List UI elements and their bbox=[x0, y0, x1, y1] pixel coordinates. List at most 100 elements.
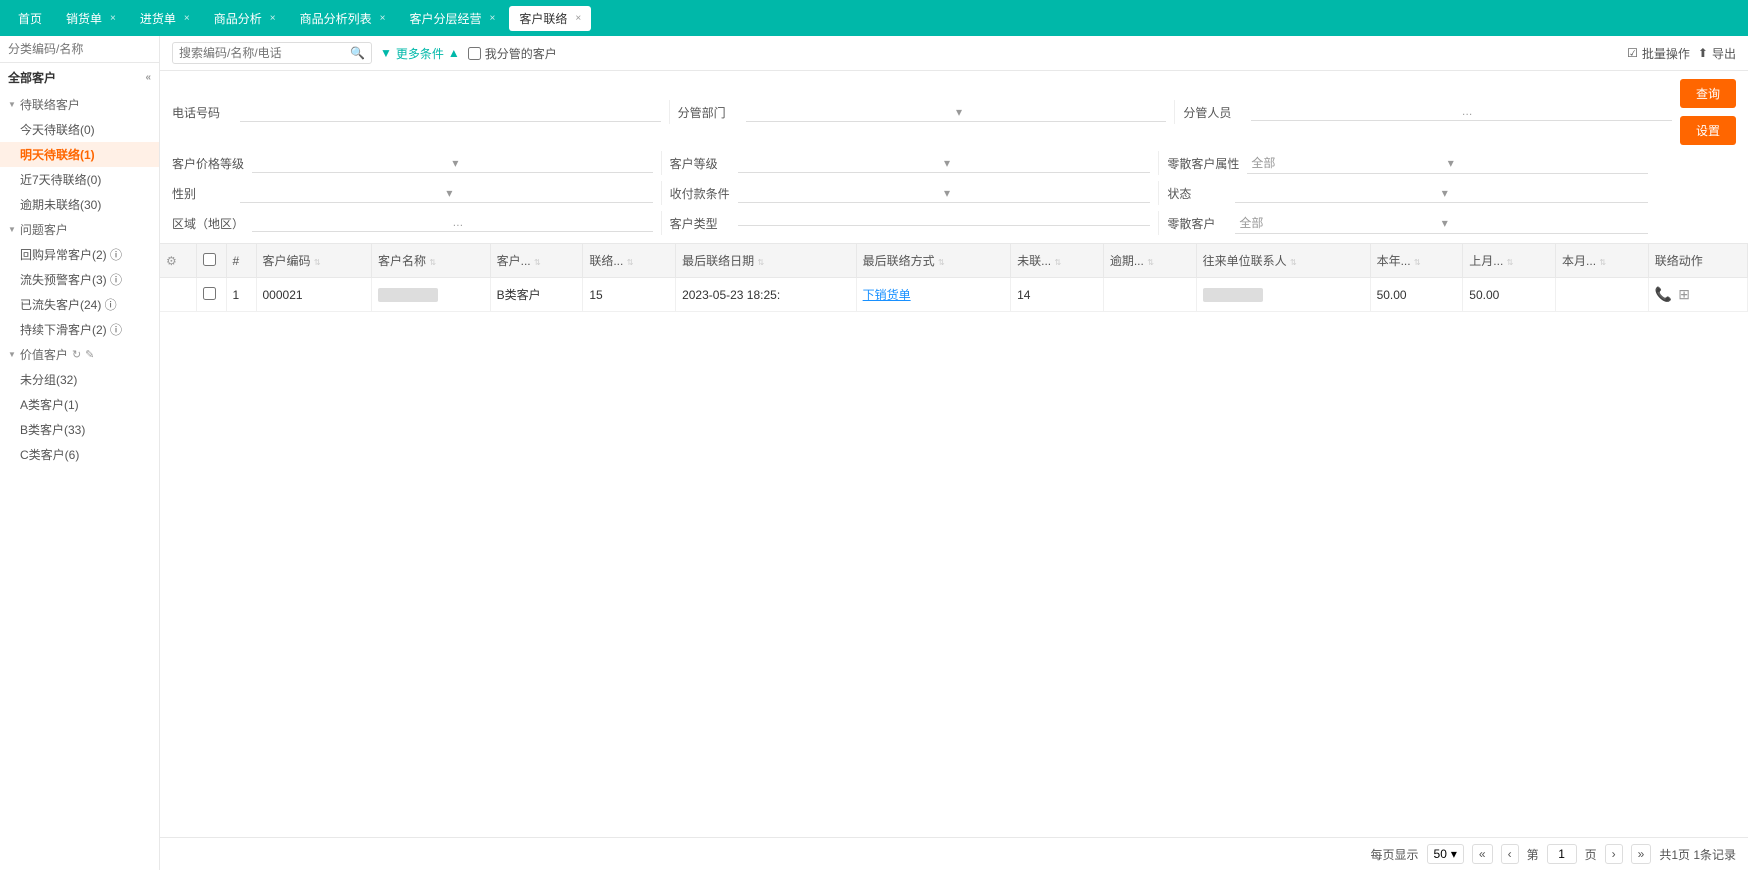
nav-goods-analysis[interactable]: 商品分析 × bbox=[204, 6, 286, 31]
grid-action-icon[interactable]: ⊞ bbox=[1678, 286, 1690, 303]
close-purchase-icon[interactable]: × bbox=[184, 13, 190, 24]
region-field: 区域（地区） … bbox=[172, 215, 653, 232]
sort-last-contact-date-icon[interactable]: ⇅ bbox=[757, 258, 764, 267]
sidebar-item-week[interactable]: 近7天待联络(0) bbox=[0, 167, 159, 192]
last-page-btn[interactable]: » bbox=[1631, 844, 1652, 864]
pending-contact-group[interactable]: 待联络客户 bbox=[0, 92, 159, 117]
sort-last-contact-method-icon[interactable]: ⇅ bbox=[938, 258, 945, 267]
sort-this-month-icon[interactable]: ⇅ bbox=[1599, 258, 1606, 267]
next-page-btn[interactable]: › bbox=[1605, 844, 1623, 864]
sidebar-search-input[interactable] bbox=[8, 42, 160, 56]
nav-sales[interactable]: 销货单 × bbox=[56, 6, 126, 31]
gender-select[interactable]: ▾ bbox=[240, 184, 653, 203]
sort-customer-name-icon[interactable]: ⇅ bbox=[429, 258, 436, 267]
sidebar-item-churned[interactable]: 已流失客户(24) ⓘ bbox=[0, 292, 159, 317]
payment-select[interactable]: ▾ bbox=[738, 184, 1151, 203]
sort-customer-type-icon[interactable]: ⇅ bbox=[534, 258, 541, 267]
select-all-checkbox[interactable] bbox=[203, 253, 216, 266]
sidebar-item-churn-warn[interactable]: 流失预警客户(3) ⓘ bbox=[0, 267, 159, 292]
all-customers-header[interactable]: 全部客户 « bbox=[0, 63, 159, 92]
edit-icon[interactable]: ✎ bbox=[85, 348, 94, 361]
search-icon[interactable]: 🔍 bbox=[350, 46, 365, 60]
sidebar-item-overdue[interactable]: 逾期未联络(30) bbox=[0, 192, 159, 217]
price-level-field: 客户价格等级 ▾ bbox=[172, 154, 653, 173]
customer-type-select[interactable] bbox=[738, 221, 1151, 226]
sort-overdue-icon[interactable]: ⇅ bbox=[1147, 258, 1154, 267]
sidebar-item-repurchase[interactable]: 回购异常客户(2) ⓘ bbox=[0, 242, 159, 267]
collapse-icon[interactable]: « bbox=[145, 72, 151, 83]
row-last-contact-method: 下销货单 bbox=[856, 278, 1010, 312]
filter-row-2: 客户价格等级 ▾ 客户等级 ▾ 零散客户属性 bbox=[172, 151, 1736, 175]
settings-button[interactable]: 设置 bbox=[1680, 116, 1736, 145]
sort-this-year-icon[interactable]: ⇅ bbox=[1414, 258, 1421, 267]
search-input[interactable] bbox=[179, 46, 346, 60]
sort-uncontacted-icon[interactable]: ⇅ bbox=[1054, 258, 1061, 267]
th-checkbox bbox=[196, 244, 226, 278]
my-customers-checkbox[interactable] bbox=[468, 47, 481, 60]
row-checkbox[interactable] bbox=[203, 287, 216, 300]
sidebar-item-class-a[interactable]: A类客户(1) bbox=[0, 392, 159, 417]
th-number: # bbox=[226, 244, 256, 278]
region-dots-icon[interactable]: … bbox=[452, 217, 648, 229]
sort-last-month-icon[interactable]: ⇅ bbox=[1507, 258, 1514, 267]
sidebar-item-today[interactable]: 今天待联络(0) bbox=[0, 117, 159, 142]
refresh-icon[interactable]: ↻ bbox=[72, 348, 81, 361]
status-select[interactable]: ▾ bbox=[1235, 184, 1648, 203]
row-number: 1 bbox=[226, 278, 256, 312]
sidebar-item-class-c[interactable]: C类客户(6) bbox=[0, 442, 159, 467]
sort-unit-contact-icon[interactable]: ⇅ bbox=[1290, 258, 1297, 267]
problem-customer-group[interactable]: 问题客户 bbox=[0, 217, 159, 242]
first-page-btn[interactable]: « bbox=[1472, 844, 1493, 864]
batch-ops-btn[interactable]: ☑ 批量操作 bbox=[1627, 45, 1690, 62]
nav-purchase[interactable]: 进货单 × bbox=[130, 6, 200, 31]
manager-select[interactable]: … bbox=[1251, 104, 1672, 121]
more-conditions-btn[interactable]: ▼ 更多条件 ▲ bbox=[380, 45, 460, 62]
manager-dots-icon[interactable]: … bbox=[1462, 106, 1668, 118]
customer-level-field: 客户等级 ▾ bbox=[670, 154, 1151, 173]
value-customer-group[interactable]: 价值客户 ↻ ✎ bbox=[0, 342, 159, 367]
close-customer-contact-icon[interactable]: × bbox=[575, 13, 581, 24]
sidebar-item-tomorrow[interactable]: 明天待联络(1) bbox=[0, 142, 159, 167]
close-customer-tier-icon[interactable]: × bbox=[489, 13, 495, 24]
page-size-select[interactable]: 50 ▾ bbox=[1427, 844, 1464, 864]
close-goods-list-icon[interactable]: × bbox=[380, 13, 386, 24]
price-level-select[interactable]: ▾ bbox=[252, 154, 653, 173]
row-customer-type: B类客户 bbox=[490, 278, 583, 312]
manager-field: 分管人员 … bbox=[1183, 104, 1672, 121]
payment-field: 收付款条件 ▾ bbox=[670, 184, 1151, 203]
query-button[interactable]: 查询 bbox=[1680, 79, 1736, 108]
close-sales-icon[interactable]: × bbox=[110, 13, 116, 24]
customer-level-select[interactable]: ▾ bbox=[738, 154, 1151, 173]
advanced-filter-panel: 电话号码 分管部门 ▾ 分管人员 … bbox=[160, 71, 1748, 244]
close-goods-analysis-icon[interactable]: × bbox=[270, 13, 276, 24]
phone-action-icon[interactable]: 📞 bbox=[1655, 286, 1672, 303]
region-select[interactable]: … bbox=[252, 215, 653, 232]
th-last-contact-date: 最后联络日期 ⇅ bbox=[676, 244, 857, 278]
nav-home[interactable]: 首页 bbox=[8, 6, 52, 31]
export-btn[interactable]: ⬆ 导出 bbox=[1698, 45, 1736, 62]
retail-customer-select[interactable]: 全部 ▾ bbox=[1235, 212, 1648, 234]
retail-attr-select[interactable]: 全部 ▾ bbox=[1247, 152, 1648, 174]
row-contacts: 15 bbox=[583, 278, 676, 312]
prev-page-btn[interactable]: ‹ bbox=[1501, 844, 1519, 864]
sort-contacts-icon[interactable]: ⇅ bbox=[627, 258, 634, 267]
last-contact-method-link[interactable]: 下销货单 bbox=[863, 288, 911, 302]
payment-chevron-icon: ▾ bbox=[944, 186, 1146, 200]
sidebar-item-declining[interactable]: 持续下滑客户(2) ⓘ bbox=[0, 317, 159, 342]
column-settings-icon[interactable]: ⚙ bbox=[166, 254, 177, 268]
th-customer-code: 客户编码 ⇅ bbox=[256, 244, 371, 278]
dept-select[interactable]: ▾ bbox=[746, 103, 1167, 122]
filter-bar-right: ☑ 批量操作 ⬆ 导出 bbox=[1627, 45, 1736, 62]
page-number-input[interactable] bbox=[1547, 844, 1577, 864]
th-last-contact-method: 最后联络方式 ⇅ bbox=[856, 244, 1010, 278]
my-customers-checkbox-label[interactable]: 我分管的客户 bbox=[468, 45, 557, 62]
dept-chevron-icon: ▾ bbox=[956, 105, 1162, 119]
sort-customer-code-icon[interactable]: ⇅ bbox=[314, 258, 321, 267]
row-this-year: 50.00 bbox=[1370, 278, 1463, 312]
phone-input[interactable] bbox=[240, 103, 661, 122]
nav-goods-list[interactable]: 商品分析列表 × bbox=[290, 6, 396, 31]
sidebar-item-ungrouped[interactable]: 未分组(32) bbox=[0, 367, 159, 392]
sidebar-item-class-b[interactable]: B类客户(33) bbox=[0, 417, 159, 442]
nav-customer-contact[interactable]: 客户联络 × bbox=[509, 6, 591, 31]
nav-customer-tier[interactable]: 客户分层经营 × bbox=[399, 6, 505, 31]
